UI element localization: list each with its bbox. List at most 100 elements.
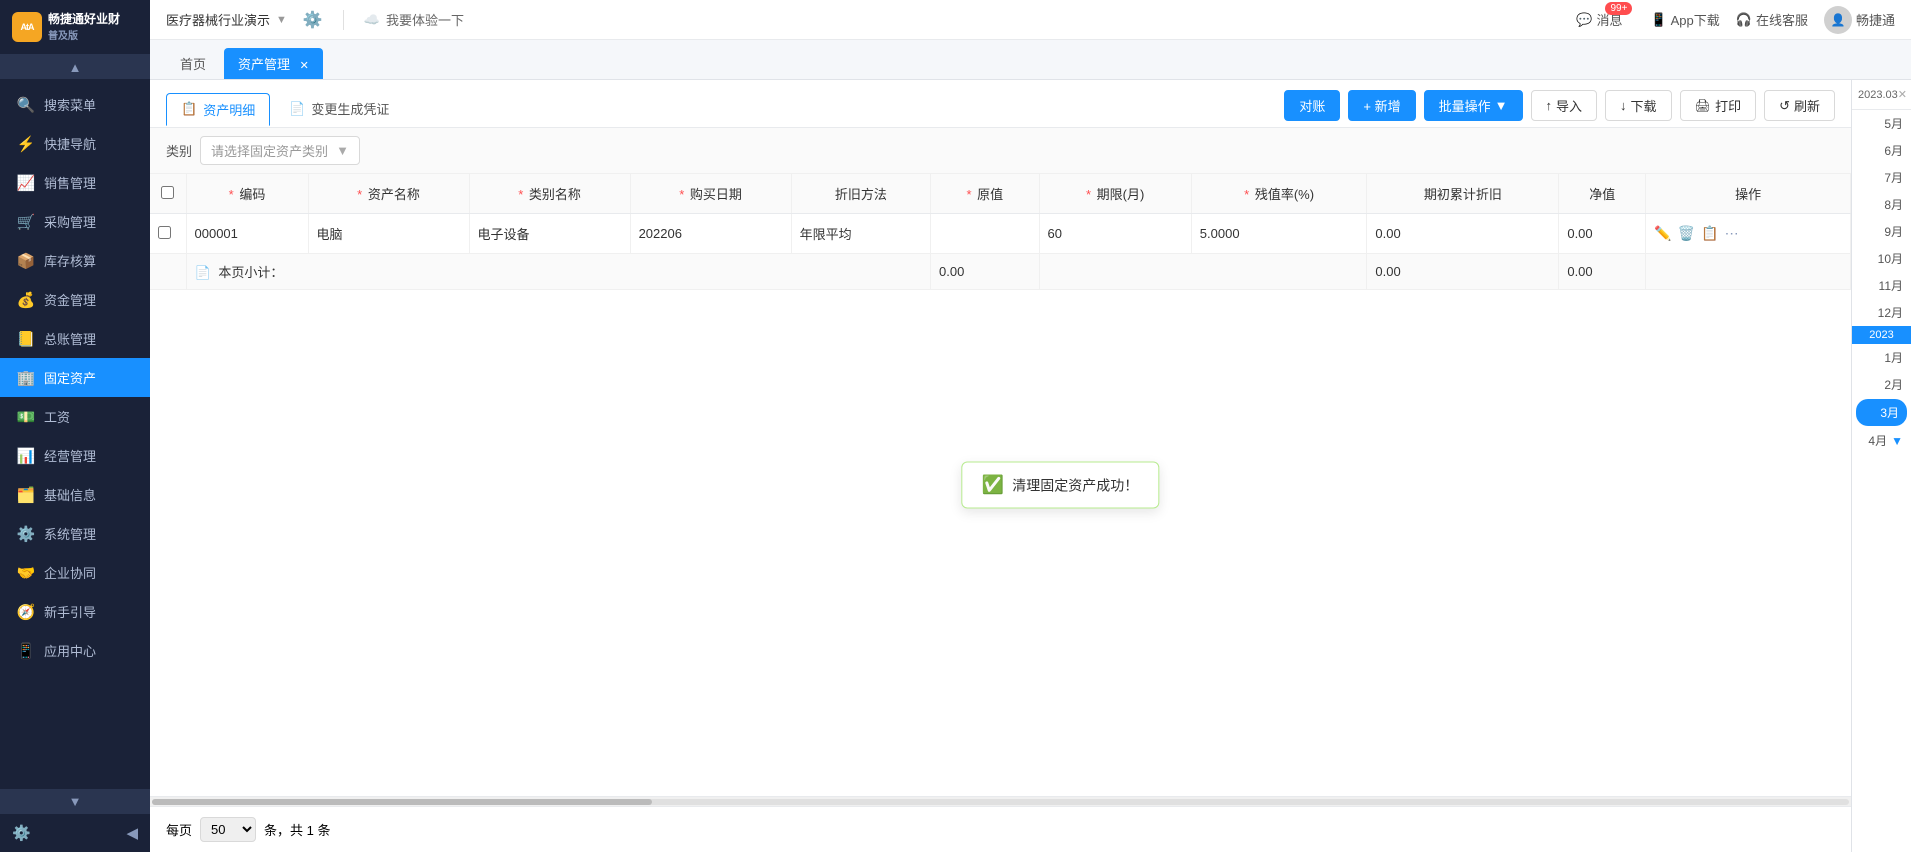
td-depreciation-method: 年限平均 (791, 214, 930, 254)
edit-icon[interactable]: ✏️ (1654, 225, 1671, 242)
tab-home[interactable]: 首页 (166, 48, 220, 79)
sidebar-item-label: 工资 (44, 407, 70, 426)
category-filter-select[interactable]: 请选择固定资产类别 ▼ (200, 136, 360, 165)
filter-row: 类别 请选择固定资产类别 ▼ (150, 128, 1851, 174)
sidebar: AtA 畅捷通好业财 普及版 ▲ 🔍 搜索菜单 ⚡ 快捷导航 📈 销售管理 🛒 … (0, 0, 150, 852)
subtotal-net: 0.00 (1559, 254, 1646, 290)
sidebar-item-purchase[interactable]: 🛒 采购管理 (0, 202, 150, 241)
sidebar-scroll-down[interactable]: ▼ (0, 789, 150, 813)
collapse-icon[interactable]: ◀ (126, 824, 138, 842)
sidebar-item-finance[interactable]: 💰 资金管理 (0, 280, 150, 319)
category-filter-placeholder: 请选择固定资产类别 (211, 141, 328, 160)
download-button[interactable]: ↓ 下载 (1605, 90, 1672, 121)
cal-month-8[interactable]: 8月 (1852, 191, 1911, 218)
sidebar-item-ledger[interactable]: 📒 总账管理 (0, 319, 150, 358)
sidebar-item-enterprise[interactable]: 🤝 企业协同 (0, 553, 150, 592)
subtotal-original: 0.00 (931, 254, 1040, 290)
new-button[interactable]: + 新增 (1348, 90, 1415, 121)
app-download-label: App下载 (1671, 10, 1720, 29)
cal-month-9[interactable]: 9月 (1852, 218, 1911, 245)
delete-icon[interactable]: 🗑️ (1678, 225, 1695, 242)
select-all-checkbox[interactable] (161, 186, 174, 199)
cal-month-12[interactable]: 12月 (1852, 299, 1911, 326)
down-nav-icon[interactable]: ▼ (1891, 434, 1903, 448)
sidebar-item-system[interactable]: ⚙️ 系统管理 (0, 514, 150, 553)
import-button[interactable]: ↑ 导入 (1531, 90, 1598, 121)
calendar-scroll[interactable]: 5月 6月 7月 8月 9月 10月 11月 12月 2023 1月 2月 3月… (1852, 110, 1911, 852)
basic-info-icon: 🗂️ (16, 486, 36, 504)
sub-tab-asset-detail-label: 资产明细 (203, 100, 255, 119)
company-selector[interactable]: 医疗器械行业演示 ▼ (166, 10, 287, 29)
sub-tab-asset-detail[interactable]: 📋 资产明细 (166, 93, 270, 126)
td-asset-name: 电脑 (308, 214, 469, 254)
panel-icons: ✕ ⤢ (1898, 88, 1911, 101)
asset-table: * 编码 * 资产名称 * 类别名称 (150, 174, 1851, 290)
app-name: 畅捷通好业财 (48, 12, 120, 28)
new-label: + 新增 (1363, 96, 1400, 115)
experience-button[interactable]: ☁️ 我要体验一下 (364, 10, 464, 29)
cal-month-6[interactable]: 6月 (1852, 137, 1911, 164)
company-settings-icon[interactable]: ⚙️ (303, 10, 323, 30)
settings-icon[interactable]: ⚙️ (12, 824, 31, 842)
tab-close-icon[interactable]: ✕ (300, 60, 309, 72)
more-icon[interactable]: ⋯ (1725, 225, 1739, 242)
cal-month-1[interactable]: 1月 (1852, 344, 1911, 371)
finance-icon: 💰 (16, 291, 36, 309)
print-button[interactable]: 🖨 打印 (1680, 90, 1757, 121)
per-page-select[interactable]: 10 20 50 100 (200, 817, 256, 842)
th-category: * 类别名称 (469, 174, 630, 214)
copy-icon[interactable]: 📋 (1701, 225, 1718, 242)
app-version: 普及版 (48, 27, 120, 42)
app-logo-icon: AtA (12, 12, 42, 42)
th-checkbox (150, 174, 186, 214)
horizontal-scrollbar[interactable] (150, 796, 1851, 806)
cal-month-10[interactable]: 10月 (1852, 245, 1911, 272)
scrollbar-thumb[interactable] (152, 799, 652, 805)
app-download-button[interactable]: 📱 App下载 (1650, 10, 1719, 29)
online-service-button[interactable]: 🎧 在线客服 (1736, 10, 1808, 29)
sub-tab-change-voucher[interactable]: 📄 变更生成凭证 (274, 92, 404, 125)
refresh-icon: ↺ (1779, 98, 1790, 114)
sidebar-item-guide[interactable]: 🧭 新手引导 (0, 592, 150, 631)
sidebar-item-label: 应用中心 (44, 641, 96, 660)
tab-asset-label: 资产管理 (238, 57, 290, 72)
sidebar-item-inventory[interactable]: 📦 库存核算 (0, 241, 150, 280)
sidebar-item-fixed-assets[interactable]: 🏢 固定资产 (0, 358, 150, 397)
batch-ops-button[interactable]: 批量操作 ▼ (1424, 90, 1523, 121)
reconcile-button[interactable]: 对账 (1284, 90, 1340, 121)
per-page-label: 每页 (166, 820, 192, 839)
scrollbar-track (152, 799, 1849, 805)
sidebar-item-operations[interactable]: 📊 经营管理 (0, 436, 150, 475)
message-button[interactable]: 💬 消息 99+ (1576, 10, 1622, 29)
topbar-right: 💬 消息 99+ 📱 App下载 🎧 在线客服 👤 畅捷通 (1576, 6, 1895, 34)
panel-close-icon[interactable]: ✕ (1898, 88, 1907, 101)
sidebar-item-payroll[interactable]: 💵 工资 (0, 397, 150, 436)
service-icon: 🎧 (1736, 12, 1752, 28)
td-original-value (931, 214, 1040, 254)
company-name: 医疗器械行业演示 (166, 10, 270, 29)
th-depreciation-method: 折旧方法 (791, 174, 930, 214)
tab-asset-management[interactable]: 资产管理 ✕ (224, 48, 323, 79)
cal-month-11[interactable]: 11月 (1852, 272, 1911, 299)
cal-month-3-active[interactable]: 3月 (1856, 399, 1907, 426)
refresh-button[interactable]: ↺ 刷新 (1764, 90, 1835, 121)
sidebar-item-app-center[interactable]: 📱 应用中心 (0, 631, 150, 670)
th-residual-rate: * 残值率(%) (1191, 174, 1367, 214)
sidebar-item-quick-nav[interactable]: ⚡ 快捷导航 (0, 124, 150, 163)
sidebar-item-basic-info[interactable]: 🗂️ 基础信息 (0, 475, 150, 514)
sidebar-item-label: 搜索菜单 (44, 95, 96, 114)
batch-ops-chevron-icon: ▼ (1495, 98, 1508, 113)
user-profile[interactable]: 👤 畅捷通 (1824, 6, 1895, 34)
sidebar-item-search[interactable]: 🔍 搜索菜单 (0, 85, 150, 124)
sidebar-item-label: 库存核算 (44, 251, 96, 270)
cal-month-4[interactable]: 4月 ▼ (1852, 427, 1911, 454)
row-checkbox[interactable] (158, 226, 171, 239)
sidebar-item-label: 资金管理 (44, 290, 96, 309)
cal-month-7[interactable]: 7月 (1852, 164, 1911, 191)
td-purchase-date: 202206 (630, 214, 791, 254)
sidebar-item-sales[interactable]: 📈 销售管理 (0, 163, 150, 202)
cal-month-5[interactable]: 5月 (1852, 110, 1911, 137)
main-area: 医疗器械行业演示 ▼ ⚙️ ☁️ 我要体验一下 💬 消息 99+ 📱 App下载… (150, 0, 1911, 852)
cal-month-2[interactable]: 2月 (1852, 371, 1911, 398)
sidebar-scroll-up[interactable]: ▲ (0, 55, 150, 79)
